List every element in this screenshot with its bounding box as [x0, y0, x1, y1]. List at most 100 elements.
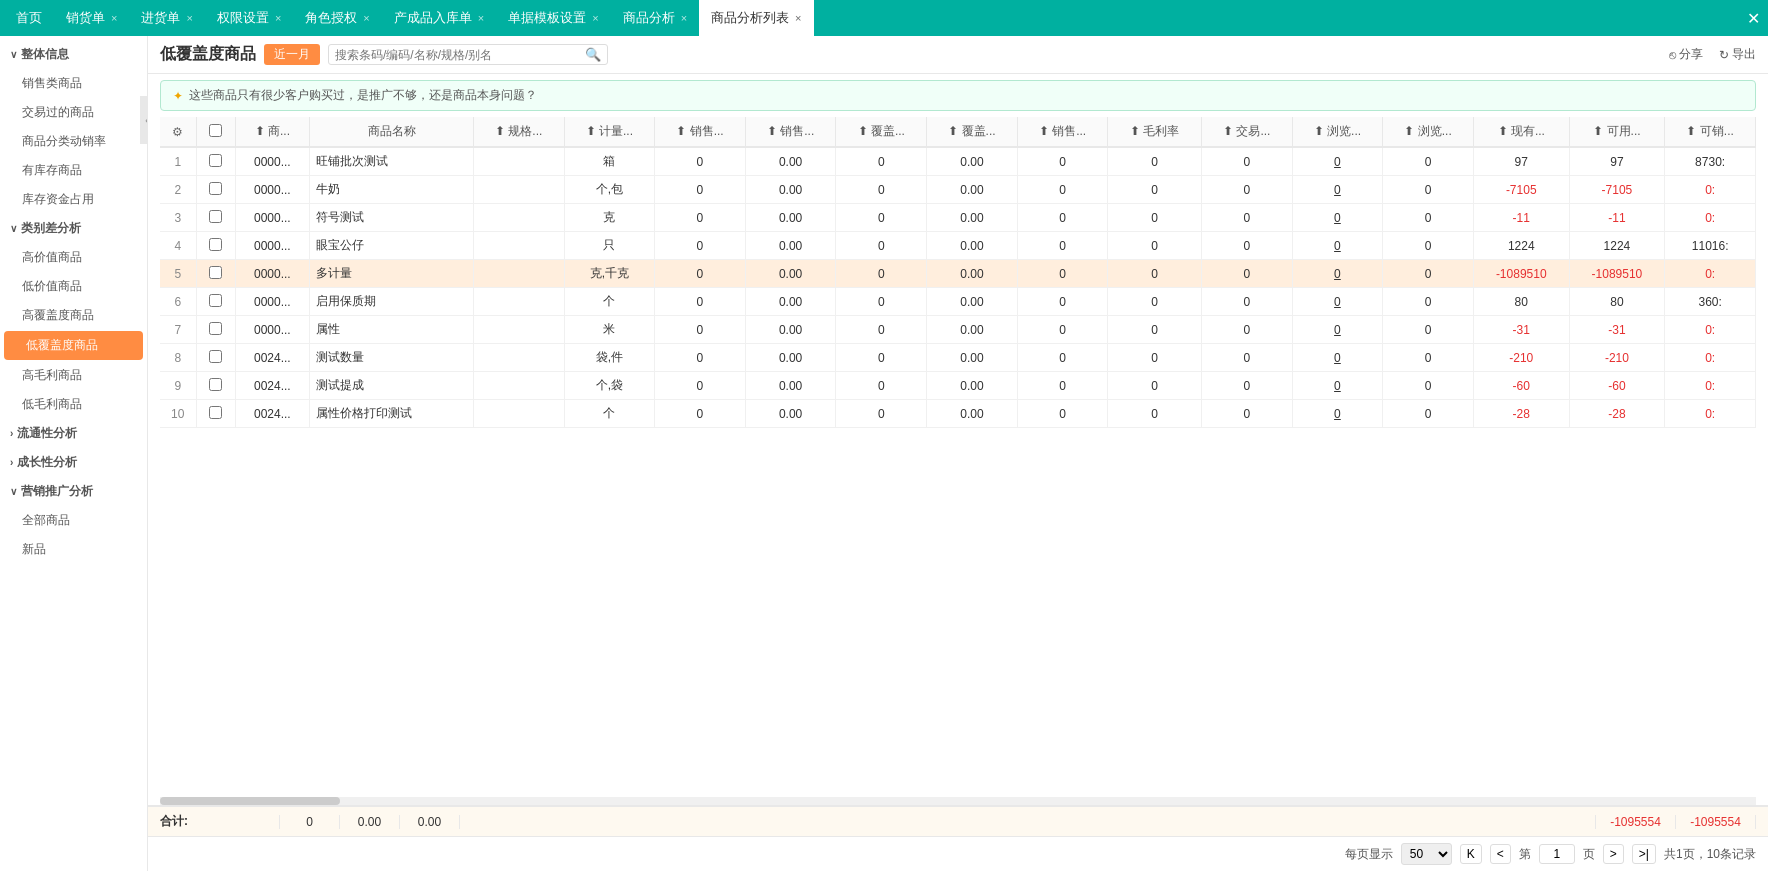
share-button[interactable]: ⎋ 分享	[1669, 46, 1703, 63]
close-icon[interactable]: ×	[275, 12, 281, 24]
sidebar-item-sales-goods[interactable]: 销售类商品	[0, 69, 147, 98]
row-code: 0000...	[235, 232, 310, 260]
row-browse1[interactable]: 0	[1292, 204, 1383, 232]
row-browse1[interactable]: 0	[1292, 176, 1383, 204]
last-page-button[interactable]: >|	[1632, 844, 1656, 864]
nav-tab-home[interactable]: 首页	[4, 0, 54, 36]
sidebar-item-stock-capital[interactable]: 库存资金占用	[0, 185, 147, 214]
row-code: 0000...	[235, 288, 310, 316]
close-icon[interactable]: ×	[795, 12, 801, 24]
sidebar-section-overall[interactable]: ∨ 整体信息	[0, 40, 147, 69]
horizontal-scrollbar[interactable]	[160, 797, 1756, 805]
select-all-checkbox[interactable]	[209, 124, 222, 137]
row-checkbox-input[interactable]	[209, 182, 222, 195]
row-browse1[interactable]: 0	[1292, 344, 1383, 372]
row-code: 0000...	[235, 260, 310, 288]
row-checkbox[interactable]	[196, 344, 235, 372]
row-sales1: 0	[655, 147, 746, 176]
nav-tab-template[interactable]: 单据模板设置 ×	[496, 0, 610, 36]
row-checkbox[interactable]	[196, 204, 235, 232]
row-checkbox[interactable]	[196, 176, 235, 204]
sidebar-collapse-button[interactable]: «	[140, 96, 148, 144]
nav-tab-permission[interactable]: 权限设置 ×	[205, 0, 293, 36]
footer-current-val: -1095554	[1596, 815, 1676, 829]
row-browse1[interactable]: 0	[1292, 232, 1383, 260]
nav-tab-purchase[interactable]: 进货单 ×	[129, 0, 204, 36]
row-unit: 个,包	[564, 176, 655, 204]
footer-cover2-val: 0.00	[400, 815, 460, 829]
row-browse2: 0	[1383, 147, 1474, 176]
search-input[interactable]	[335, 48, 585, 62]
row-current: -7105	[1473, 176, 1569, 204]
close-icon[interactable]: ×	[681, 12, 687, 24]
row-browse1[interactable]: 0	[1292, 147, 1383, 176]
row-saleable: 0:	[1665, 316, 1756, 344]
scrollbar-thumb[interactable]	[160, 797, 340, 805]
row-browse1[interactable]: 0	[1292, 400, 1383, 428]
row-code: 0000...	[235, 316, 310, 344]
row-available: 1224	[1569, 232, 1665, 260]
next-page-button[interactable]: >	[1603, 844, 1624, 864]
row-checkbox-input[interactable]	[209, 378, 222, 391]
sidebar-section-growth[interactable]: › 成长性分析	[0, 448, 147, 477]
row-checkbox-input[interactable]	[209, 154, 222, 167]
close-icon[interactable]: ×	[363, 12, 369, 24]
row-trade: 0	[1201, 316, 1292, 344]
sidebar-item-low-value[interactable]: 低价值商品	[0, 272, 147, 301]
row-checkbox-input[interactable]	[209, 210, 222, 223]
row-cover2: 0.00	[927, 400, 1018, 428]
close-icon[interactable]: ×	[111, 12, 117, 24]
per-page-select[interactable]: 50 100 200	[1401, 843, 1452, 865]
row-checkbox-input[interactable]	[209, 294, 222, 307]
sidebar-item-low-coverage[interactable]: 低覆盖度商品	[4, 331, 143, 360]
settings-icon[interactable]: ⚙	[172, 125, 183, 139]
prev-page-button[interactable]: <	[1490, 844, 1511, 864]
row-checkbox[interactable]	[196, 232, 235, 260]
sidebar-item-new-goods[interactable]: 新品	[0, 535, 147, 564]
sidebar-item-high-margin[interactable]: 高毛利商品	[0, 361, 147, 390]
row-checkbox-input[interactable]	[209, 266, 222, 279]
close-icon[interactable]: ×	[478, 12, 484, 24]
footer-available-val: -1095554	[1676, 815, 1756, 829]
row-checkbox-input[interactable]	[209, 350, 222, 363]
nav-tab-analysis[interactable]: 商品分析 ×	[611, 0, 699, 36]
sidebar-item-category-rate[interactable]: 商品分类动销率	[0, 127, 147, 156]
row-browse1[interactable]: 0	[1292, 316, 1383, 344]
sidebar-item-low-margin[interactable]: 低毛利商品	[0, 390, 147, 419]
current-page-input[interactable]	[1539, 844, 1575, 864]
close-icon[interactable]: ×	[592, 12, 598, 24]
row-checkbox[interactable]	[196, 400, 235, 428]
row-checkbox[interactable]	[196, 288, 235, 316]
sidebar-item-high-value[interactable]: 高价值商品	[0, 243, 147, 272]
sidebar-item-high-coverage[interactable]: 高覆盖度商品	[0, 301, 147, 330]
nav-tab-analysis-list[interactable]: 商品分析列表 ×	[699, 0, 813, 36]
row-browse1[interactable]: 0	[1292, 372, 1383, 400]
sidebar-section-category-diff[interactable]: ∨ 类别差分析	[0, 214, 147, 243]
row-browse1[interactable]: 0	[1292, 288, 1383, 316]
row-checkbox[interactable]	[196, 147, 235, 176]
nav-tab-role[interactable]: 角色授权 ×	[293, 0, 381, 36]
sidebar-item-in-stock[interactable]: 有库存商品	[0, 156, 147, 185]
row-browse1[interactable]: 0	[1292, 260, 1383, 288]
col-spec: ⬆ 规格...	[473, 117, 564, 147]
nav-tab-warehouse[interactable]: 产成品入库单 ×	[382, 0, 496, 36]
time-filter-button[interactable]: 近一月	[264, 44, 320, 65]
close-all-icon[interactable]: ✕	[1747, 9, 1760, 28]
sidebar-item-traded-goods[interactable]: 交易过的商品	[0, 98, 147, 127]
row-checkbox[interactable]	[196, 316, 235, 344]
row-checkbox-input[interactable]	[209, 238, 222, 251]
sidebar-section-marketing[interactable]: ∨ 营销推广分析	[0, 477, 147, 506]
row-checkbox[interactable]	[196, 372, 235, 400]
sidebar-section-flow[interactable]: › 流通性分析	[0, 419, 147, 448]
col-settings[interactable]: ⚙	[160, 117, 196, 147]
row-name: 启用保质期	[310, 288, 474, 316]
row-checkbox-input[interactable]	[209, 322, 222, 335]
sidebar-item-all-goods[interactable]: 全部商品	[0, 506, 147, 535]
nav-tab-sales[interactable]: 销货单 ×	[54, 0, 129, 36]
row-checkbox[interactable]	[196, 260, 235, 288]
row-checkbox-input[interactable]	[209, 406, 222, 419]
first-page-button[interactable]: K	[1460, 844, 1482, 864]
close-icon[interactable]: ×	[186, 12, 192, 24]
export-button[interactable]: ↻ 导出	[1719, 46, 1756, 63]
page-label: 第	[1519, 846, 1531, 863]
